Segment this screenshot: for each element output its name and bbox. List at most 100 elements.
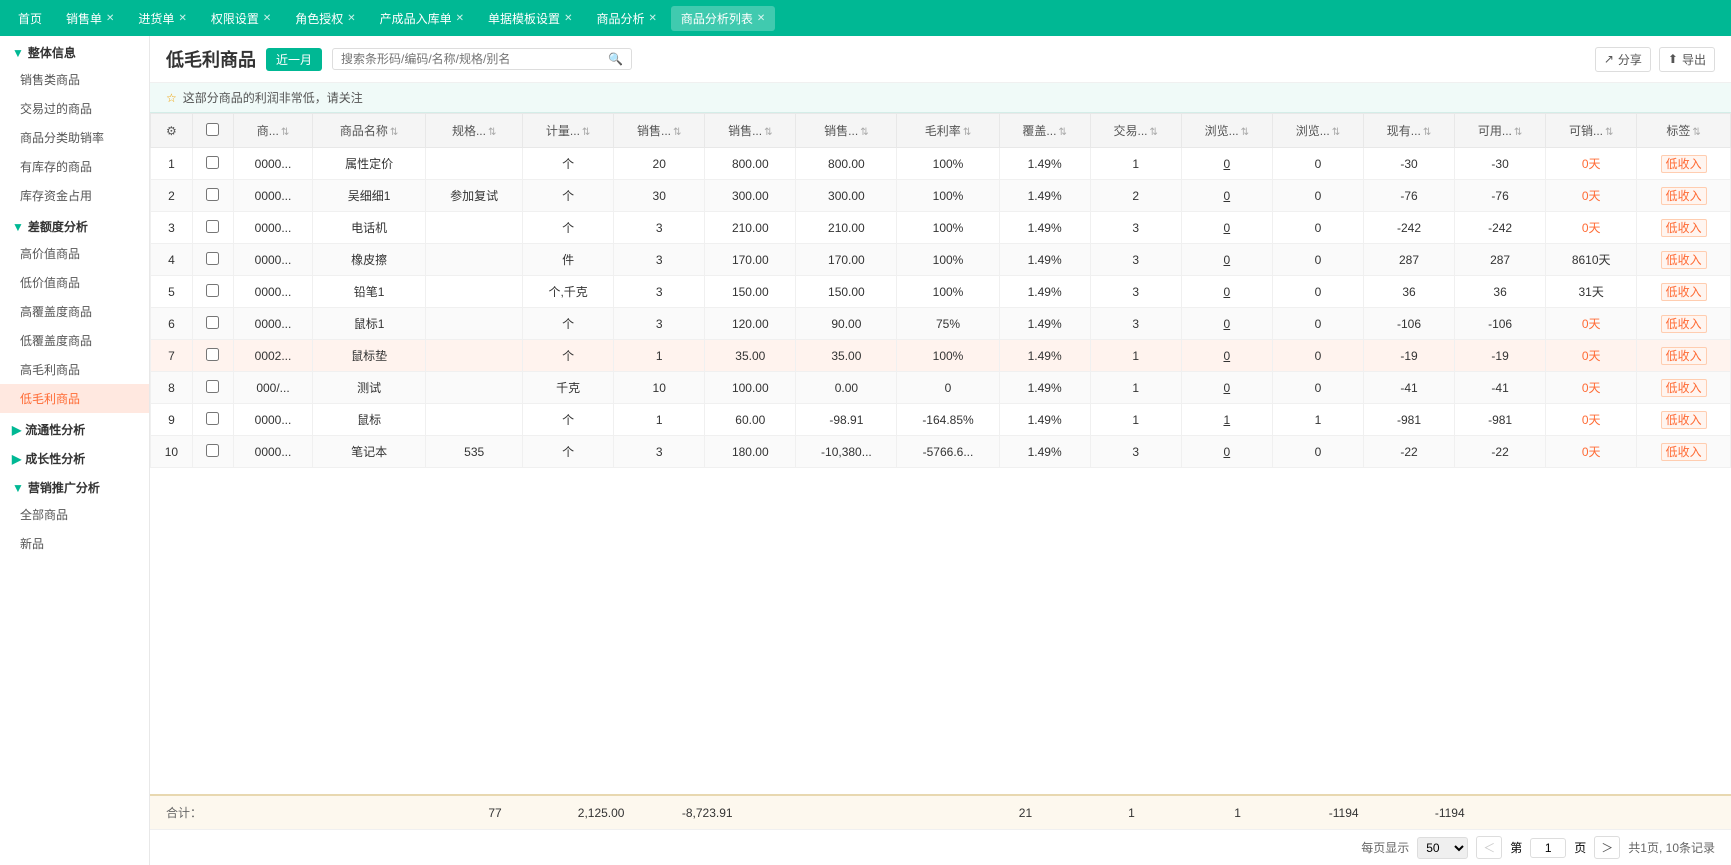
row-sellable: 0天 <box>1546 340 1637 372</box>
row-browse1[interactable]: 0 <box>1181 308 1272 340</box>
row-checkbox[interactable] <box>192 148 233 180</box>
next-page-button[interactable]: ＞ <box>1594 836 1620 859</box>
sidebar-item-low-margin[interactable]: 低毛利商品 <box>0 384 149 413</box>
sidebar-item-low-value[interactable]: 低价值商品 <box>0 268 149 297</box>
nav-product-analysis-list[interactable]: 商品分析列表 ✕ <box>671 6 775 31</box>
sidebar-group-difference[interactable]: ▼ 差额度分析 <box>0 210 149 239</box>
sidebar-item-new-products[interactable]: 新品 <box>0 529 149 558</box>
search-input[interactable] <box>341 52 604 66</box>
sidebar-item-high-value[interactable]: 高价值商品 <box>0 239 149 268</box>
row-browse1[interactable]: 0 <box>1181 212 1272 244</box>
main-content: « 低毛利商品 近一月 🔍 ↗ 分享 ⬆ 导出 <box>150 36 1731 865</box>
col-transaction[interactable]: 交易...⇅ <box>1090 114 1181 148</box>
table-row: 1 0000... 属性定价 个 20 800.00 800.00 100% 1… <box>151 148 1731 180</box>
col-coverage[interactable]: 覆盖...⇅ <box>999 114 1090 148</box>
close-icon[interactable]: ✕ <box>456 13 464 24</box>
sidebar-item-in-stock[interactable]: 有库存的商品 <box>0 152 149 181</box>
row-sellable: 0天 <box>1546 148 1637 180</box>
nav-purchase[interactable]: 进货单 ✕ <box>128 6 196 31</box>
col-sales-qty[interactable]: 销售...⇅ <box>614 114 705 148</box>
row-name: 鼠标1 <box>312 308 425 340</box>
sidebar-group-growth[interactable]: ▶ 成长性分析 <box>0 442 149 471</box>
sidebar-group-liquidity[interactable]: ▶ 流通性分析 <box>0 413 149 442</box>
row-checkbox[interactable] <box>192 404 233 436</box>
nav-permissions[interactable]: 权限设置 ✕ <box>201 6 281 31</box>
col-spec[interactable]: 规格...⇅ <box>426 114 523 148</box>
prev-page-button[interactable]: ＜ <box>1476 836 1502 859</box>
table-row: 4 0000... 橡皮擦 件 3 170.00 170.00 100% 1.4… <box>151 244 1731 276</box>
page-number-input[interactable] <box>1530 838 1566 858</box>
col-settings[interactable]: ⚙ <box>151 114 193 148</box>
row-available: -30 <box>1455 148 1546 180</box>
col-tag[interactable]: 标签⇅ <box>1637 114 1731 148</box>
row-checkbox[interactable] <box>192 308 233 340</box>
sidebar-item-all-products[interactable]: 全部商品 <box>0 500 149 529</box>
close-icon[interactable]: ✕ <box>757 13 765 24</box>
col-name[interactable]: 商品名称⇅ <box>312 114 425 148</box>
row-code: 0000... <box>234 436 313 468</box>
search-icon[interactable]: 🔍 <box>608 52 623 66</box>
col-browse1[interactable]: 浏览...⇅ <box>1181 114 1272 148</box>
row-checkbox[interactable] <box>192 180 233 212</box>
close-icon[interactable]: ✕ <box>263 13 271 24</box>
row-checkbox[interactable] <box>192 372 233 404</box>
row-current-stock: -19 <box>1363 340 1454 372</box>
close-icon[interactable]: ✕ <box>347 13 355 24</box>
col-code[interactable]: 商...⇅ <box>234 114 313 148</box>
nav-sales[interactable]: 销售单 ✕ <box>56 6 124 31</box>
close-icon[interactable]: ✕ <box>648 13 656 24</box>
sidebar-group-overall[interactable]: ▼ 整体信息 <box>0 36 149 65</box>
nav-template-settings[interactable]: 单据模板设置 ✕ <box>478 6 582 31</box>
share-button[interactable]: ↗ 分享 <box>1595 47 1651 72</box>
row-browse1[interactable]: 1 <box>1181 404 1272 436</box>
col-current-stock[interactable]: 现有...⇅ <box>1363 114 1454 148</box>
row-checkbox[interactable] <box>192 212 233 244</box>
close-icon[interactable]: ✕ <box>178 13 186 24</box>
nav-product-analysis[interactable]: 商品分析 ✕ <box>586 6 666 31</box>
row-coverage: 1.49% <box>999 340 1090 372</box>
row-browse1[interactable]: 0 <box>1181 340 1272 372</box>
sidebar-item-traded-products[interactable]: 交易过的商品 <box>0 94 149 123</box>
sidebar-item-high-coverage[interactable]: 高覆盖度商品 <box>0 297 149 326</box>
close-icon[interactable]: ✕ <box>564 13 572 24</box>
col-sales-amount[interactable]: 销售...⇅ <box>796 114 897 148</box>
export-button[interactable]: ⬆ 导出 <box>1659 47 1715 72</box>
col-available[interactable]: 可用...⇅ <box>1455 114 1546 148</box>
nav-product-entry[interactable]: 产成品入库单 ✕ <box>370 6 474 31</box>
col-browse2[interactable]: 浏览...⇅ <box>1272 114 1363 148</box>
col-checkbox[interactable] <box>192 114 233 148</box>
row-browse1[interactable]: 0 <box>1181 244 1272 276</box>
row-checkbox[interactable] <box>192 340 233 372</box>
col-sales-price[interactable]: 销售...⇅ <box>705 114 796 148</box>
sidebar-group-marketing[interactable]: ▼ 营销推广分析 <box>0 471 149 500</box>
sidebar-item-category-rate[interactable]: 商品分类助销率 <box>0 123 149 152</box>
row-checkbox[interactable] <box>192 244 233 276</box>
row-checkbox[interactable] <box>192 276 233 308</box>
col-sellable[interactable]: 可销...⇅ <box>1546 114 1637 148</box>
sidebar-item-sales-products[interactable]: 销售类商品 <box>0 65 149 94</box>
row-current-stock: -106 <box>1363 308 1454 340</box>
row-browse1[interactable]: 0 <box>1181 372 1272 404</box>
row-sales-amount: 0.00 <box>796 372 897 404</box>
select-all-checkbox[interactable] <box>206 123 219 136</box>
filter-recent-month-button[interactable]: 近一月 <box>266 48 322 71</box>
row-code: 0000... <box>234 276 313 308</box>
row-unit: 个 <box>523 308 614 340</box>
row-browse1[interactable]: 0 <box>1181 180 1272 212</box>
nav-role-auth[interactable]: 角色授权 ✕ <box>285 6 365 31</box>
row-browse1[interactable]: 0 <box>1181 436 1272 468</box>
sidebar-item-high-margin[interactable]: 高毛利商品 <box>0 355 149 384</box>
sidebar-item-capital[interactable]: 库存资金占用 <box>0 181 149 210</box>
row-browse1[interactable]: 0 <box>1181 276 1272 308</box>
row-browse1[interactable]: 0 <box>1181 148 1272 180</box>
row-sales-price: 210.00 <box>705 212 796 244</box>
row-no: 6 <box>151 308 193 340</box>
close-icon[interactable]: ✕ <box>106 13 114 24</box>
row-available: 36 <box>1455 276 1546 308</box>
col-unit[interactable]: 计量...⇅ <box>523 114 614 148</box>
row-checkbox[interactable] <box>192 436 233 468</box>
sidebar-item-low-coverage[interactable]: 低覆盖度商品 <box>0 326 149 355</box>
col-gross-margin[interactable]: 毛利率⇅ <box>897 114 999 148</box>
nav-home[interactable]: 首页 <box>8 6 52 31</box>
page-size-select[interactable]: 50 100 200 <box>1417 837 1468 859</box>
